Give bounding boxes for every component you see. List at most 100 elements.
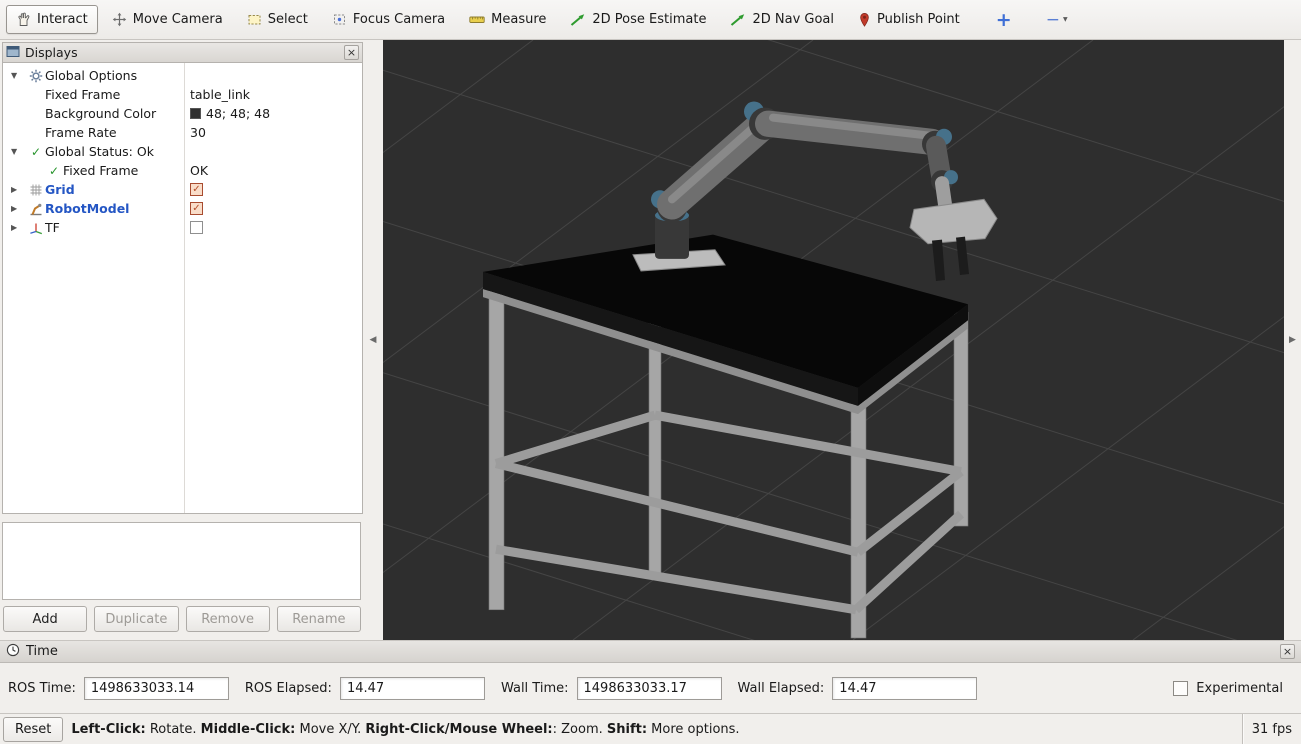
tree-value-robotmodel: ✓: [184, 202, 362, 215]
tree-row-name: ▶ TF: [3, 220, 184, 235]
tool-move-camera[interactable]: Move Camera: [102, 5, 233, 34]
tree-row-name: Frame Rate: [3, 125, 184, 140]
tree-label-fixed-frame: Fixed Frame: [63, 163, 139, 178]
tree-row-tf: ▶ TF: [3, 218, 362, 237]
value-text[interactable]: 30: [190, 125, 206, 140]
tool-2d-pose-estimate[interactable]: 2D Pose Estimate: [560, 5, 716, 34]
expander-closed-icon[interactable]: ▶: [11, 204, 27, 213]
tool-2d-nav-goal[interactable]: 2D Nav Goal: [720, 5, 844, 34]
expander-closed-icon[interactable]: ▶: [11, 185, 27, 194]
viewport-3d[interactable]: [383, 40, 1284, 640]
expander-closed-icon[interactable]: ▶: [11, 223, 27, 232]
value-text[interactable]: table_link: [190, 87, 250, 102]
tree-label-fixed-frame: Fixed Frame: [45, 87, 121, 102]
help-segment: Middle-Click:: [200, 721, 296, 737]
minus-icon: −: [1045, 9, 1060, 30]
toolbar-tools: Interact Move Camera Select Focus Camera Mea…: [6, 5, 970, 34]
nav-arrow-icon: [730, 12, 746, 27]
scene-svg: [383, 40, 1284, 640]
time-panel-header[interactable]: Time ×: [0, 641, 1301, 663]
collapse-left-icon: ◀: [369, 335, 377, 345]
tree-value-tf: [184, 221, 362, 234]
color-swatch: [190, 108, 201, 119]
tool-label: Move Camera: [132, 12, 223, 27]
grid-icon: [27, 183, 45, 197]
tool-label: Publish Point: [877, 12, 960, 27]
value-text[interactable]: 48; 48; 48: [206, 106, 270, 121]
help-segment: Rotate.: [145, 721, 201, 737]
expander-open-icon[interactable]: ▼: [11, 71, 27, 80]
tree-row-name: ✓ Fixed Frame: [3, 163, 184, 178]
focus-camera-icon: [332, 12, 347, 27]
tree-label-tf: TF: [45, 220, 60, 235]
right-panel-collapse-handle[interactable]: ▶: [1284, 40, 1301, 640]
tree-label-frame-rate: Frame Rate: [45, 125, 117, 140]
tool-label: 2D Nav Goal: [752, 12, 835, 27]
wall-time-input[interactable]: 1498633033.17: [576, 676, 722, 700]
ros-time-input[interactable]: 1498633033.14: [83, 676, 229, 700]
add-tool-button[interactable]: +: [986, 6, 1022, 34]
tree-label-robotmodel: RobotModel: [45, 201, 130, 216]
tree-row-grid: ▶ Grid ✓: [3, 180, 362, 199]
rviz-window: Interact Move Camera Select Focus Camera Mea…: [0, 0, 1301, 744]
wall-elapsed-label: Wall Elapsed:: [737, 680, 825, 696]
displays-panel-buttons: Add Duplicate Remove Rename: [2, 600, 363, 632]
help-segment: : Zoom.: [552, 721, 607, 737]
remove-tool-button[interactable]: − ▼: [1036, 6, 1078, 34]
tree-row-global-status-ok: ▼ ✓ Global Status: Ok: [3, 142, 362, 161]
time-fields-row: ROS Time: 1498633033.14 ROS Elapsed: 14.47 W…: [0, 663, 1301, 713]
wall-elapsed-input[interactable]: 14.47: [832, 676, 978, 700]
tool-publish-point[interactable]: Publish Point: [848, 5, 970, 34]
experimental-label: Experimental: [1196, 680, 1283, 696]
gear-icon: [27, 69, 45, 83]
tool-label: 2D Pose Estimate: [592, 12, 707, 27]
time-fields: ROS Time: 1498633033.14 ROS Elapsed: 14.47 W…: [8, 676, 978, 700]
tree-value-background-color: 48; 48; 48: [184, 106, 362, 121]
tree-row-name: ▼ ✓ Global Status: Ok: [3, 144, 184, 159]
point-pin-icon: [858, 12, 871, 27]
hand-icon: [16, 12, 31, 27]
help-segment: Shift:: [606, 721, 648, 737]
tree-value-frame-rate: 30: [184, 125, 362, 140]
tree-row-name: ▶ RobotModel: [3, 201, 184, 216]
tool-label: Focus Camera: [352, 12, 446, 27]
tree-label-global-options: Global Options: [45, 68, 138, 83]
help-segment: Move X/Y.: [295, 721, 366, 737]
reset-button[interactable]: Reset: [3, 716, 64, 742]
display-description-box: [2, 522, 361, 600]
plus-icon: +: [995, 8, 1012, 31]
duplicate-button: Duplicate: [94, 606, 179, 632]
robotmodel-enabled-checkbox[interactable]: ✓: [190, 202, 203, 215]
displays-icon: [6, 45, 20, 61]
help-text: Left-Click: Rotate. Middle-Click: Move X…: [71, 722, 1233, 737]
check-icon: ✓: [30, 144, 42, 159]
time-panel: Time × ROS Time: 1498633033.14 ROS Elapsed…: [0, 640, 1301, 713]
ros-time-label: ROS Time:: [8, 680, 76, 696]
expander-open-icon[interactable]: ▼: [11, 147, 27, 156]
help-segment: More options.: [647, 721, 740, 737]
tool-interact[interactable]: Interact: [6, 5, 98, 34]
toolbar-extras: + − ▼: [986, 6, 1078, 34]
select-box-icon: [247, 12, 262, 27]
move-camera-icon: [112, 12, 127, 27]
left-panel-collapse-handle[interactable]: ◀: [363, 40, 383, 640]
tool-select[interactable]: Select: [237, 5, 318, 34]
time-panel-close-button[interactable]: ×: [1280, 644, 1295, 659]
displays-panel: Displays × ▼ Global Options Fixed Frame tab…: [0, 40, 363, 640]
tf-enabled-checkbox[interactable]: [190, 221, 203, 234]
robot-arm-model: [632, 101, 998, 282]
tree-row-fixed-frame: ✓ Fixed Frame OK: [3, 161, 362, 180]
rename-button: Rename: [276, 606, 361, 632]
experimental-checkbox[interactable]: [1173, 680, 1189, 696]
value-text: OK: [190, 163, 209, 178]
grid-enabled-checkbox[interactable]: ✓: [190, 183, 203, 196]
tree-row-global-options: ▼ Global Options: [3, 66, 362, 85]
tool-measure[interactable]: Measure: [459, 5, 556, 34]
add-button[interactable]: Add: [3, 606, 88, 632]
tool-focus-camera[interactable]: Focus Camera: [322, 5, 455, 34]
ros-elapsed-input[interactable]: 14.47: [339, 676, 485, 700]
displays-panel-header[interactable]: Displays ×: [2, 42, 363, 62]
displays-panel-close-button[interactable]: ×: [344, 45, 359, 60]
tree-value-fixed-frame: table_link: [184, 87, 362, 102]
help-segment: Left-Click:: [71, 721, 146, 737]
